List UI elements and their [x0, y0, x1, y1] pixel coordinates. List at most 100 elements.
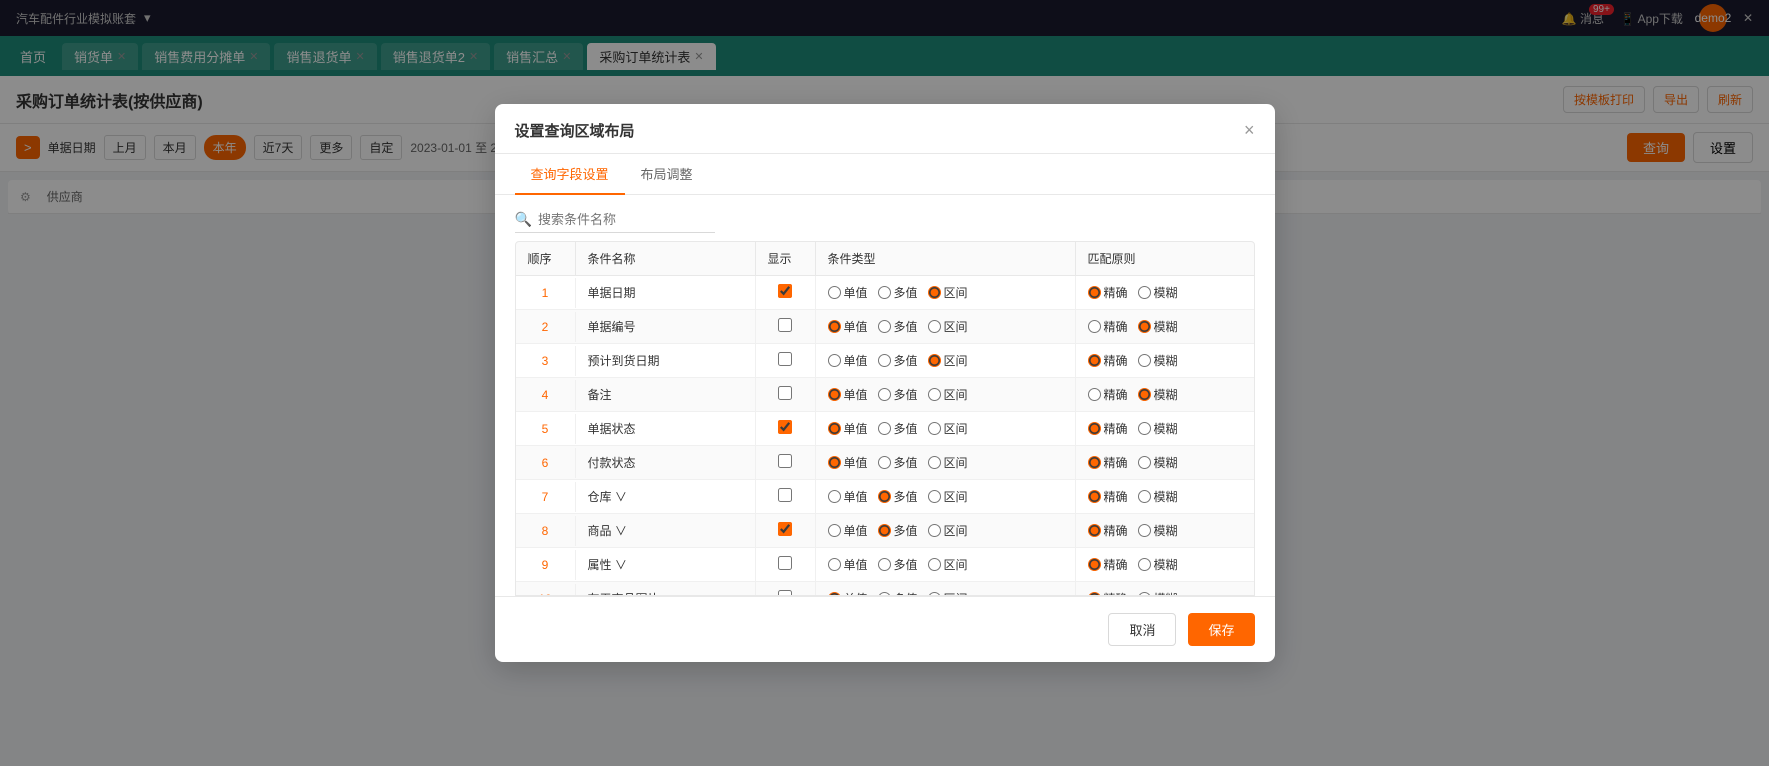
cond-type-multi[interactable]: 多值	[878, 284, 918, 301]
match-rule-fuzzy[interactable]: 模糊	[1138, 454, 1178, 471]
cond-type-single[interactable]: 单值	[828, 454, 868, 471]
cell-display	[756, 446, 816, 479]
modal-close-button[interactable]: ×	[1244, 120, 1255, 141]
modal-table: 顺序 条件名称 显示 条件类型 匹配原则 1单据日期单值多值区间精确模糊2单据编…	[495, 241, 1275, 596]
cond-type-single[interactable]: 单值	[828, 522, 868, 539]
cell-display	[756, 514, 816, 547]
cond-type-range[interactable]: 区间	[928, 284, 968, 301]
cond-type-single[interactable]: 单值	[828, 488, 868, 505]
match-rule-fuzzy[interactable]: 模糊	[1138, 318, 1178, 335]
match-rule-fuzzy[interactable]: 模糊	[1138, 284, 1178, 301]
cell-cond-type: 单值多值区间	[816, 582, 1076, 596]
display-checkbox[interactable]	[778, 386, 792, 400]
cell-name: 有无商品图片	[576, 582, 756, 596]
display-checkbox[interactable]	[778, 284, 792, 298]
cond-type-single[interactable]: 单值	[828, 284, 868, 301]
cell-order: 9	[516, 550, 576, 580]
match-rule-exact[interactable]: 精确	[1088, 386, 1128, 403]
match-rule-fuzzy[interactable]: 模糊	[1138, 386, 1178, 403]
cond-type-range[interactable]: 区间	[928, 488, 968, 505]
cell-cond-type: 单值多值区间	[816, 446, 1076, 479]
cell-name: 付款状态	[576, 446, 756, 479]
match-rule-exact[interactable]: 精确	[1088, 284, 1128, 301]
cond-type-range[interactable]: 区间	[928, 420, 968, 437]
cond-type-single[interactable]: 单值	[828, 318, 868, 335]
cond-type-range[interactable]: 区间	[928, 386, 968, 403]
modal-tabs: 查询字段设置 布局调整	[495, 154, 1275, 195]
cell-cond-type: 单值多值区间	[816, 514, 1076, 547]
cond-type-range[interactable]: 区间	[928, 556, 968, 573]
match-rule-exact[interactable]: 精确	[1088, 556, 1128, 573]
cell-cond-type: 单值多值区间	[816, 378, 1076, 411]
cond-type-single[interactable]: 单值	[828, 556, 868, 573]
match-rule-fuzzy[interactable]: 模糊	[1138, 522, 1178, 539]
table-row: 4备注单值多值区间精确模糊	[516, 378, 1254, 412]
display-checkbox[interactable]	[778, 420, 792, 434]
table-row: 3预计到货日期单值多值区间精确模糊	[516, 344, 1254, 378]
match-rule-exact[interactable]: 精确	[1088, 454, 1128, 471]
cond-type-multi[interactable]: 多值	[878, 386, 918, 403]
display-checkbox[interactable]	[778, 454, 792, 468]
match-rule-fuzzy[interactable]: 模糊	[1138, 420, 1178, 437]
cell-match-rule: 精确模糊	[1076, 344, 1255, 377]
table-row: 5单据状态单值多值区间精确模糊	[516, 412, 1254, 446]
match-rule-exact[interactable]: 精确	[1088, 352, 1128, 369]
cond-type-single[interactable]: 单值	[828, 420, 868, 437]
cond-type-multi[interactable]: 多值	[878, 454, 918, 471]
search-input-wrap: 🔍	[515, 207, 715, 233]
cell-match-rule: 精确模糊	[1076, 412, 1255, 445]
cond-type-single[interactable]: 单值	[828, 352, 868, 369]
cond-type-multi[interactable]: 多值	[878, 420, 918, 437]
modal-title: 设置查询区域布局	[515, 120, 635, 141]
table-row: 2单据编号单值多值区间精确模糊	[516, 310, 1254, 344]
cond-type-range[interactable]: 区间	[928, 454, 968, 471]
cond-type-range[interactable]: 区间	[928, 522, 968, 539]
table-row: 6付款状态单值多值区间精确模糊	[516, 446, 1254, 480]
match-rule-exact[interactable]: 精确	[1088, 488, 1128, 505]
table-row: 7仓库 ∨单值多值区间精确模糊	[516, 480, 1254, 514]
match-rule-fuzzy[interactable]: 模糊	[1138, 488, 1178, 505]
cell-match-rule: 精确模糊	[1076, 582, 1255, 596]
display-checkbox[interactable]	[778, 522, 792, 536]
cond-type-single[interactable]: 单值	[828, 386, 868, 403]
modal: 设置查询区域布局 × 查询字段设置 布局调整 🔍 顺序 条件名称 显示 条件类型…	[495, 104, 1275, 662]
cell-order: 8	[516, 516, 576, 546]
modal-tab-layout-adjust[interactable]: 布局调整	[625, 154, 709, 195]
cell-match-rule: 精确模糊	[1076, 446, 1255, 479]
match-rule-exact[interactable]: 精确	[1088, 420, 1128, 437]
display-checkbox[interactable]	[778, 318, 792, 332]
match-rule-fuzzy[interactable]: 模糊	[1138, 556, 1178, 573]
cell-display	[756, 344, 816, 377]
match-rule-exact[interactable]: 精确	[1088, 522, 1128, 539]
modal-footer: 取消 保存	[495, 596, 1275, 662]
cell-display	[756, 582, 816, 596]
match-rule-exact[interactable]: 精确	[1088, 318, 1128, 335]
cell-cond-type: 单值多值区间	[816, 344, 1076, 377]
modal-tab-query-fields[interactable]: 查询字段设置	[515, 154, 625, 195]
cond-type-multi[interactable]: 多值	[878, 522, 918, 539]
cell-cond-type: 单值多值区间	[816, 480, 1076, 513]
cancel-button[interactable]: 取消	[1108, 613, 1176, 646]
modal-header: 设置查询区域布局 ×	[495, 104, 1275, 154]
cond-type-multi[interactable]: 多值	[878, 318, 918, 335]
table-row: 9属性 ∨单值多值区间精确模糊	[516, 548, 1254, 582]
search-input[interactable]	[538, 212, 698, 227]
cell-name: 单据状态	[576, 412, 756, 445]
display-checkbox[interactable]	[778, 352, 792, 366]
cond-type-range[interactable]: 区间	[928, 318, 968, 335]
cell-cond-type: 单值多值区间	[816, 412, 1076, 445]
th-cond-type: 条件类型	[816, 242, 1076, 275]
match-rule-fuzzy[interactable]: 模糊	[1138, 352, 1178, 369]
table-row: 1单据日期单值多值区间精确模糊	[516, 276, 1254, 310]
cond-type-range[interactable]: 区间	[928, 352, 968, 369]
display-checkbox[interactable]	[778, 556, 792, 570]
cond-type-multi[interactable]: 多值	[878, 556, 918, 573]
cell-display	[756, 548, 816, 581]
cond-type-multi[interactable]: 多值	[878, 352, 918, 369]
cell-display	[756, 276, 816, 309]
save-button[interactable]: 保存	[1188, 613, 1254, 646]
display-checkbox[interactable]	[778, 488, 792, 502]
cell-order: 6	[516, 448, 576, 478]
cond-type-multi[interactable]: 多值	[878, 488, 918, 505]
cell-match-rule: 精确模糊	[1076, 378, 1255, 411]
